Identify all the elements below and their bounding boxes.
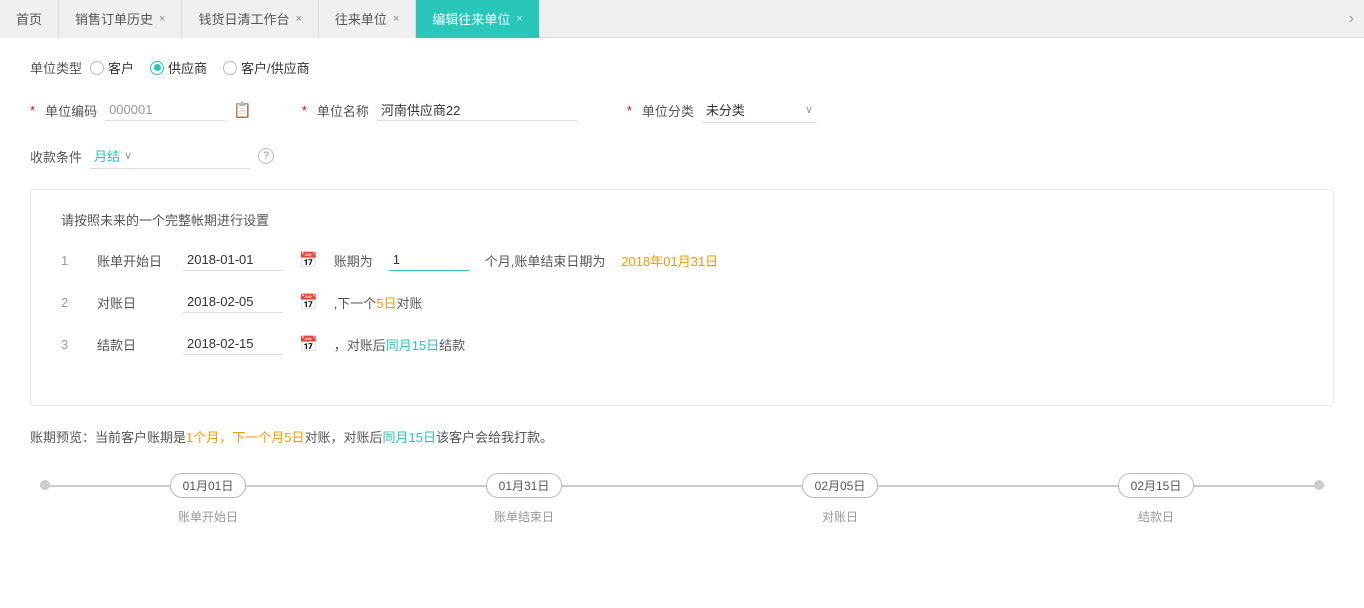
close-icon[interactable]: × bbox=[393, 13, 399, 25]
payment-group: 收款条件 月结 ∨ ? bbox=[30, 143, 274, 169]
row-label-3: 结款日 bbox=[97, 335, 167, 354]
reconcile-desc: ,下一个5日对账 bbox=[334, 293, 423, 312]
copy-icon[interactable]: 📋 bbox=[233, 101, 252, 119]
settings-box: 请按照未来的一个完整帐期进行设置 1 账单开始日 📅 账期为 个月,账单结束日期… bbox=[30, 189, 1334, 406]
payment-dropdown[interactable]: 月结 ∨ bbox=[90, 143, 250, 169]
tab-edit-partner[interactable]: 编辑往来单位 × bbox=[416, 0, 539, 38]
tab-scroll-arrow[interactable]: › bbox=[1339, 10, 1364, 28]
radio-customer[interactable]: 客户 bbox=[90, 58, 134, 77]
timeline-item-3: 02月05日 对账日 bbox=[802, 473, 879, 525]
timeline-label-4: 结款日 bbox=[1138, 508, 1174, 525]
timeline-item-1: 01月01日 账单开始日 bbox=[170, 473, 247, 525]
chevron-down-icon: ∨ bbox=[805, 103, 813, 116]
timeline-label-2: 账单结束日 bbox=[494, 508, 554, 525]
timeline-dot-end bbox=[1314, 480, 1324, 490]
code-required: * bbox=[30, 103, 35, 118]
classify-value: 未分类 bbox=[706, 100, 745, 119]
row-num-2: 2 bbox=[61, 295, 81, 310]
name-input[interactable] bbox=[377, 99, 577, 121]
code-label: 单位编码 bbox=[45, 101, 97, 120]
code-group: * 单位编码 📋 bbox=[30, 99, 252, 121]
row-label-2: 对账日 bbox=[97, 293, 167, 312]
setting-row-1: 1 账单开始日 📅 账期为 个月,账单结束日期为 2018年01月31日 bbox=[61, 249, 1303, 271]
unit-type-row: 单位类型 客户 供应商 客户/供应商 bbox=[30, 58, 1334, 77]
unit-type-label: 单位类型 bbox=[30, 58, 82, 77]
tab-sales-history-label: 销售订单历史 bbox=[75, 9, 153, 28]
tab-home[interactable]: 首页 bbox=[0, 0, 59, 38]
timeline-item-4: 02月15日 结款日 bbox=[1118, 473, 1195, 525]
radio-group: 客户 供应商 客户/供应商 bbox=[90, 58, 310, 77]
tab-partner[interactable]: 往来单位 × bbox=[319, 0, 416, 38]
payment-date-input[interactable] bbox=[183, 333, 283, 355]
radio-supplier[interactable]: 供应商 bbox=[150, 58, 207, 77]
reconcile-date-input[interactable] bbox=[183, 291, 283, 313]
name-group: * 单位名称 bbox=[302, 99, 577, 121]
code-input[interactable] bbox=[105, 99, 225, 121]
timeline-badge-2: 01月31日 bbox=[486, 473, 563, 498]
name-required: * bbox=[302, 103, 307, 118]
radio-both-circle bbox=[223, 61, 237, 75]
tab-sales-history[interactable]: 销售订单历史 × bbox=[59, 0, 182, 38]
period-desc-before: 账期为 bbox=[334, 251, 373, 270]
payment-label: 收款条件 bbox=[30, 147, 82, 166]
calendar-icon[interactable]: 📅 bbox=[299, 251, 318, 269]
tab-home-label: 首页 bbox=[16, 9, 42, 28]
preview-period: 1个月， bbox=[186, 430, 232, 445]
payment-row: 收款条件 月结 ∨ ? bbox=[30, 143, 1334, 169]
chevron-down-icon: ∨ bbox=[124, 149, 132, 162]
payment-value: 月结 bbox=[94, 146, 120, 165]
timeline-label-3: 对账日 bbox=[822, 508, 858, 525]
settings-title: 请按照未来的一个完整帐期进行设置 bbox=[61, 210, 1303, 229]
timeline-badge-4: 02月15日 bbox=[1118, 473, 1195, 498]
timeline-badge-3: 02月05日 bbox=[802, 473, 879, 498]
radio-both-label: 客户/供应商 bbox=[241, 58, 310, 77]
classify-label: 单位分类 bbox=[642, 101, 694, 120]
period-end-date: 2018年01月31日 bbox=[621, 251, 718, 270]
timeline-badge-1: 01月01日 bbox=[170, 473, 247, 498]
close-icon[interactable]: × bbox=[516, 13, 522, 25]
tab-partner-label: 往来单位 bbox=[335, 9, 387, 28]
payment-desc: ，对账后同月15日结款 bbox=[334, 335, 466, 354]
row-label-1: 账单开始日 bbox=[97, 251, 167, 270]
preview-payment-day: 同月15日 bbox=[383, 430, 436, 445]
timeline-label-1: 账单开始日 bbox=[178, 508, 238, 525]
radio-customer-circle bbox=[90, 61, 104, 75]
radio-customer-label: 客户 bbox=[108, 58, 134, 77]
classify-required: * bbox=[627, 103, 632, 118]
preview-reconcile-day: 下一个月5日 bbox=[232, 430, 304, 445]
help-icon[interactable]: ? bbox=[258, 148, 274, 164]
setting-row-2: 2 对账日 📅 ,下一个5日对账 bbox=[61, 291, 1303, 313]
classify-dropdown[interactable]: 未分类 ∨ bbox=[702, 97, 817, 123]
tab-edit-partner-label: 编辑往来单位 bbox=[432, 9, 510, 28]
radio-both[interactable]: 客户/供应商 bbox=[223, 58, 310, 77]
tab-bar: 首页 销售订单历史 × 钱货日清工作台 × 往来单位 × 编辑往来单位 × › bbox=[0, 0, 1364, 38]
period-input[interactable] bbox=[389, 249, 469, 271]
name-label: 单位名称 bbox=[317, 101, 369, 120]
row-num-1: 1 bbox=[61, 253, 81, 268]
close-icon[interactable]: × bbox=[159, 13, 165, 25]
main-content: 单位类型 客户 供应商 客户/供应商 * 单位编码 bbox=[0, 38, 1364, 608]
setting-row-3: 3 结款日 📅 ，对账后同月15日结款 bbox=[61, 333, 1303, 355]
classify-group: * 单位分类 未分类 ∨ bbox=[627, 97, 817, 123]
calendar-icon[interactable]: 📅 bbox=[299, 335, 318, 353]
preview-text: 账期预览：当前客户账期是1个月，下一个月5日对账，对账后同月15日该客户会给我打… bbox=[30, 426, 1334, 449]
radio-supplier-circle bbox=[150, 61, 164, 75]
timeline-items: 01月01日 账单开始日 01月31日 账单结束日 02月05日 对账日 02月… bbox=[50, 473, 1314, 525]
radio-supplier-label: 供应商 bbox=[168, 58, 207, 77]
code-name-row: * 单位编码 📋 * 单位名称 * 单位分类 未分类 ∨ bbox=[30, 97, 1334, 123]
period-desc-after: 个月,账单结束日期为 bbox=[485, 251, 606, 270]
row-num-3: 3 bbox=[61, 337, 81, 352]
timeline-item-2: 01月31日 账单结束日 bbox=[486, 473, 563, 525]
calendar-icon[interactable]: 📅 bbox=[299, 293, 318, 311]
close-icon[interactable]: × bbox=[295, 13, 301, 25]
timeline: 01月01日 账单开始日 01月31日 账单结束日 02月05日 对账日 02月… bbox=[30, 473, 1334, 525]
tab-cash-work-label: 钱货日清工作台 bbox=[198, 9, 289, 28]
tab-cash-work[interactable]: 钱货日清工作台 × bbox=[182, 0, 318, 38]
timeline-dot-start bbox=[40, 480, 50, 490]
unit-type-group: 单位类型 客户 供应商 客户/供应商 bbox=[30, 58, 310, 77]
start-date-input[interactable] bbox=[183, 249, 283, 271]
